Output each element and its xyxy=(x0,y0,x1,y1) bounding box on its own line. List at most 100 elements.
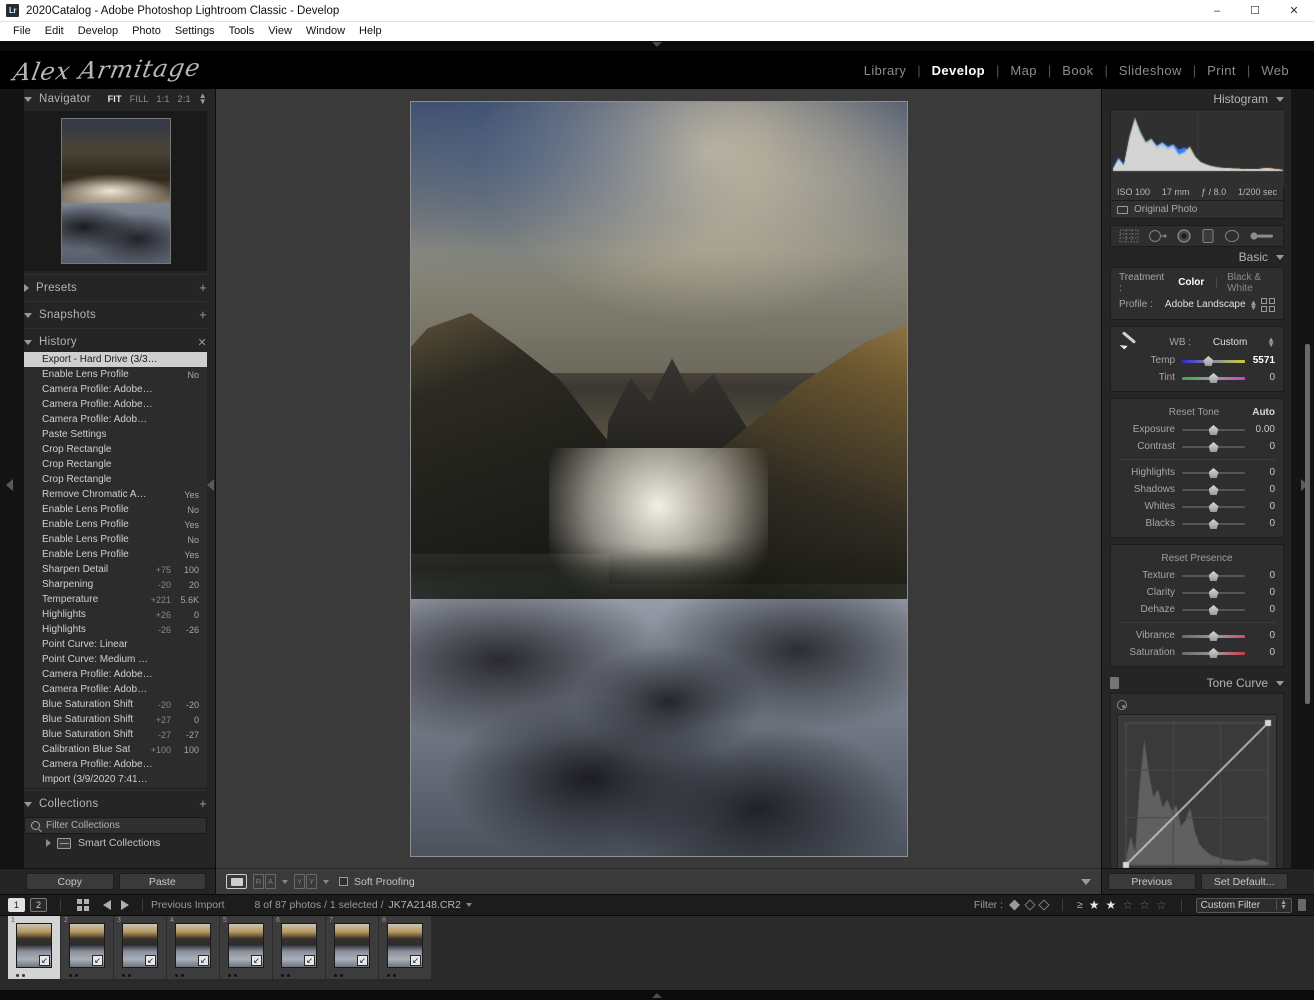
star-5-icon[interactable]: ☆ xyxy=(1156,898,1167,912)
screen-2-button[interactable]: 2 xyxy=(30,898,47,912)
tint-slider[interactable] xyxy=(1182,372,1245,383)
smart-collections-row[interactable]: Smart Collections xyxy=(24,834,207,852)
slider-track-clarity[interactable] xyxy=(1182,587,1245,598)
slider-track-vibrance[interactable] xyxy=(1182,630,1245,641)
back-arrow-icon[interactable] xyxy=(103,900,111,910)
crop-overlay-icon[interactable] xyxy=(1119,229,1139,243)
flag-reject-icon[interactable] xyxy=(1038,899,1050,911)
add-collection-icon[interactable]: + xyxy=(199,797,207,810)
tint-value[interactable]: 0 xyxy=(1245,372,1275,383)
red-eye-icon[interactable] xyxy=(1175,229,1193,243)
history-item[interactable]: Camera Profile: Adobe Landscape xyxy=(24,382,207,397)
history-item[interactable]: Crop Rectangle xyxy=(24,442,207,457)
treatment-color-option[interactable]: Color xyxy=(1178,277,1204,288)
history-item[interactable]: Enable Lens Profile No xyxy=(24,502,207,517)
auto-tone-button[interactable]: Auto xyxy=(1235,407,1275,418)
right-panel-scrollbar[interactable] xyxy=(1305,344,1310,704)
left-panel-arrow-icon[interactable] xyxy=(207,479,214,491)
collapse-top-arrow-icon[interactable] xyxy=(652,42,662,47)
chevron-down-icon[interactable] xyxy=(1276,680,1284,686)
history-item[interactable]: Camera Profile: Adobe Color xyxy=(24,682,207,697)
wb-value[interactable]: Custom xyxy=(1197,337,1263,348)
add-snapshot-icon[interactable]: + xyxy=(199,308,207,321)
history-item[interactable]: Enable Lens Profile Yes xyxy=(24,517,207,532)
set-default-button[interactable]: Set Default... xyxy=(1200,873,1288,890)
radial-filter-icon[interactable] xyxy=(1223,229,1241,243)
minimize-icon[interactable]: – xyxy=(1198,0,1236,22)
slider-value[interactable]: 0 xyxy=(1245,501,1275,512)
slider-value[interactable]: 0 xyxy=(1245,441,1275,452)
chevron-down-icon[interactable] xyxy=(24,312,32,318)
history-item[interactable]: Sharpen Detail +75 100 xyxy=(24,562,207,577)
add-preset-icon[interactable]: + xyxy=(199,281,207,294)
zoom-stepper-icon[interactable]: ▲ ▼ xyxy=(199,92,207,106)
histogram-header[interactable]: Histogram xyxy=(1102,89,1292,109)
white-balance-eyedropper-icon[interactable] xyxy=(1119,334,1141,350)
filmstrip-cell[interactable]: 6 ↙ xyxy=(273,916,325,979)
collection-filter-input[interactable]: Filter Collections xyxy=(24,817,207,834)
history-item[interactable]: Crop Rectangle xyxy=(24,472,207,487)
history-item[interactable]: Calibration Blue Sat +100 100 xyxy=(24,742,207,757)
history-item[interactable]: Point Curve: Medium Contrast xyxy=(24,652,207,667)
yy-dropdown-icon[interactable] xyxy=(323,879,329,884)
menu-settings[interactable]: Settings xyxy=(168,22,222,41)
collapse-bottom-arrow-icon[interactable] xyxy=(652,993,662,998)
slider-track-shadows[interactable] xyxy=(1182,484,1245,495)
soft-proofing-checkbox[interactable] xyxy=(339,877,348,886)
slider-value[interactable]: 0 xyxy=(1245,467,1275,478)
graduated-filter-icon[interactable] xyxy=(1201,228,1215,244)
navigator-header[interactable]: Navigator FIT FILL 1:1 2:1 ▲ ▼ xyxy=(24,89,207,109)
slider-track-whites[interactable] xyxy=(1182,501,1245,512)
history-item[interactable]: Highlights -26 -26 xyxy=(24,622,207,637)
menu-photo[interactable]: Photo xyxy=(125,22,168,41)
filmstrip-cell[interactable]: 4 ↙ xyxy=(167,916,219,979)
tone-curve-mode-icon[interactable] xyxy=(1110,677,1119,689)
slider-value[interactable]: 0.00 xyxy=(1245,424,1275,435)
zoom-1-1[interactable]: 1:1 xyxy=(157,94,170,104)
reset-tone-button[interactable]: Reset Tone xyxy=(1119,407,1235,418)
history-item[interactable]: Enable Lens Profile Yes xyxy=(24,547,207,562)
slider-value[interactable]: 0 xyxy=(1245,630,1275,641)
basic-header[interactable]: Basic xyxy=(1102,247,1292,267)
filmstrip-cell[interactable]: 7 ↙ xyxy=(326,916,378,979)
collections-header[interactable]: Collections + xyxy=(24,794,207,814)
star-4-icon[interactable]: ☆ xyxy=(1139,898,1150,912)
filmstrip-cell[interactable]: 8 ↙ xyxy=(379,916,431,979)
chevron-down-icon[interactable] xyxy=(24,801,32,807)
maximize-icon[interactable]: ☐ xyxy=(1236,0,1274,22)
forward-arrow-icon[interactable] xyxy=(121,900,129,910)
toolbar-options-caret-icon[interactable] xyxy=(1081,878,1091,885)
slider-track-highlights[interactable] xyxy=(1182,467,1245,478)
history-item[interactable]: Import (3/9/2020 7:41:14 PM) xyxy=(24,772,207,787)
history-item[interactable]: Point Curve: Linear xyxy=(24,637,207,652)
main-photo[interactable] xyxy=(409,100,908,857)
module-library[interactable]: Library xyxy=(853,63,918,78)
module-print[interactable]: Print xyxy=(1196,63,1247,78)
collapse-left-arrow-icon[interactable] xyxy=(6,479,13,491)
menu-view[interactable]: View xyxy=(261,22,299,41)
filmstrip-cell[interactable]: 2 ↙ xyxy=(61,916,113,979)
source-label[interactable]: Previous Import xyxy=(151,899,225,911)
slider-value[interactable]: 0 xyxy=(1245,587,1275,598)
slider-value[interactable]: 0 xyxy=(1245,604,1275,615)
module-book[interactable]: Book xyxy=(1051,63,1104,78)
slider-track-texture[interactable] xyxy=(1182,570,1245,581)
menu-window[interactable]: Window xyxy=(299,22,352,41)
flag-unflagged-icon[interactable] xyxy=(1024,899,1036,911)
snapshots-header[interactable]: Snapshots + xyxy=(24,305,207,325)
chevron-right-icon[interactable] xyxy=(46,839,51,847)
zoom-2-1[interactable]: 2:1 xyxy=(178,94,191,104)
temp-slider[interactable] xyxy=(1182,355,1245,366)
menu-edit[interactable]: Edit xyxy=(38,22,71,41)
slider-value[interactable]: 0 xyxy=(1245,484,1275,495)
slider-value[interactable]: 0 xyxy=(1245,518,1275,529)
history-item[interactable]: Blue Saturation Shift -27 -27 xyxy=(24,727,207,742)
filmstrip-cell[interactable]: 1 ↙ xyxy=(8,916,60,979)
slider-value[interactable]: 0 xyxy=(1245,647,1275,658)
history-header[interactable]: History ✕ xyxy=(24,332,207,352)
targeted-adjustment-icon[interactable] xyxy=(1117,700,1127,710)
history-item[interactable]: Camera Profile: Adobe Color xyxy=(24,412,207,427)
slider-track-saturation[interactable] xyxy=(1182,647,1245,658)
spot-removal-icon[interactable] xyxy=(1147,229,1167,243)
wb-stepper-icon[interactable]: ▲ ▼ xyxy=(1267,336,1275,349)
